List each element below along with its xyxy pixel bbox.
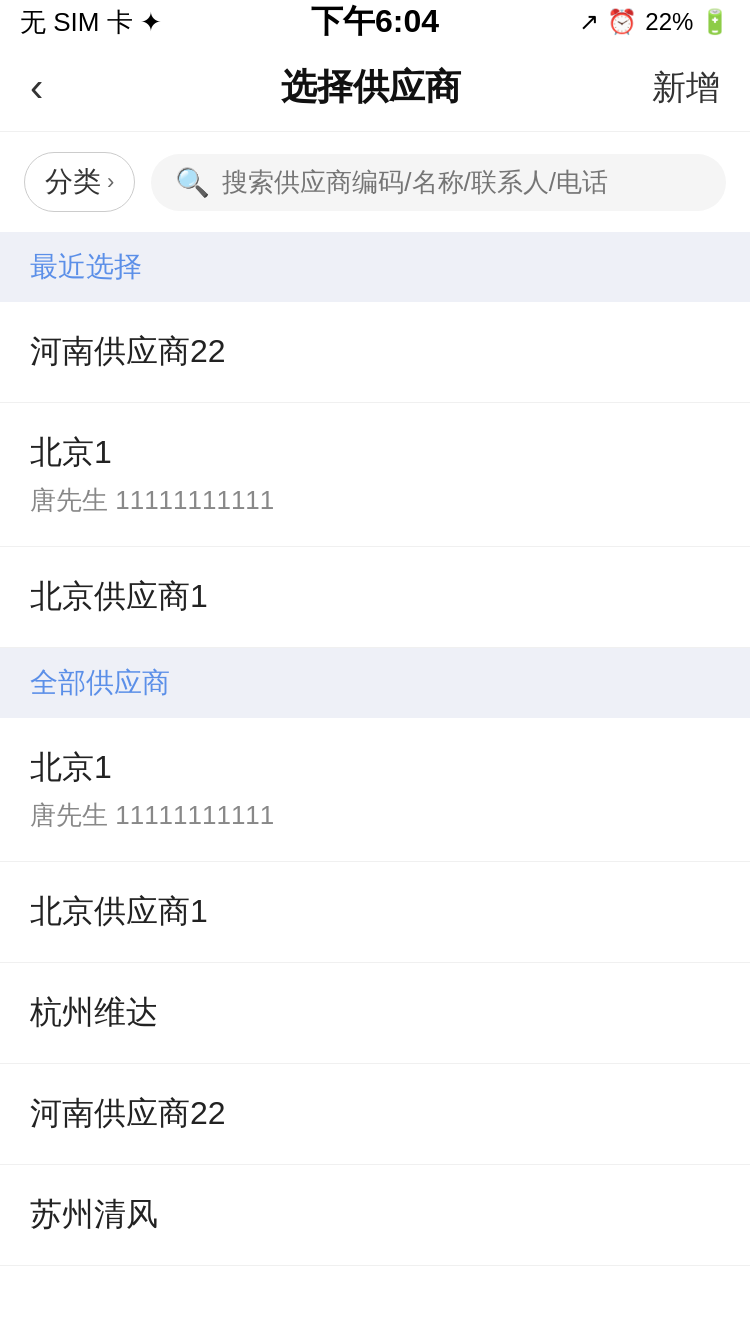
item-name: 北京供应商1 — [30, 890, 720, 934]
list-item[interactable]: 北京1 唐先生 11111111111 — [0, 718, 750, 862]
item-name: 杭州维达 — [30, 991, 720, 1035]
nav-bar: ‹ 选择供应商 新增 — [0, 44, 750, 132]
list-item[interactable]: 河南供应商22 — [0, 302, 750, 403]
category-label: 分类 — [45, 163, 101, 201]
recent-items-list: 河南供应商22 北京1 唐先生 11111111111 北京供应商1 — [0, 302, 750, 648]
item-name: 苏州清风 — [30, 1193, 720, 1237]
all-section-header: 全部供应商 — [0, 648, 750, 718]
item-name: 北京1 — [30, 746, 720, 790]
add-button[interactable]: 新增 — [652, 65, 720, 111]
status-bar: 无 SIM 卡 ✦ 下午6:04 ↗ ⏰ 22% 🔋 — [0, 0, 750, 44]
search-box[interactable]: 🔍 — [151, 154, 726, 211]
status-carrier: 无 SIM 卡 ✦ — [20, 5, 162, 40]
item-sub: 唐先生 11111111111 — [30, 798, 720, 833]
search-input[interactable] — [222, 167, 702, 198]
page-title: 选择供应商 — [281, 63, 461, 112]
item-name: 北京供应商1 — [30, 575, 720, 619]
list-item[interactable]: 杭州维达 — [0, 963, 750, 1064]
list-item[interactable]: 河南供应商22 — [0, 1064, 750, 1165]
list-item[interactable]: 北京供应商1 — [0, 862, 750, 963]
item-name: 河南供应商22 — [30, 1092, 720, 1136]
item-name: 河南供应商22 — [30, 330, 720, 374]
recent-section-label: 最近选择 — [30, 251, 142, 282]
item-name: 北京1 — [30, 431, 720, 475]
category-filter-button[interactable]: 分类 › — [24, 152, 135, 212]
all-section-label: 全部供应商 — [30, 667, 170, 698]
list-item[interactable]: 北京1 唐先生 11111111111 — [0, 403, 750, 547]
alarm-icon: ⏰ — [607, 8, 637, 36]
location-icon: ↗ — [579, 8, 599, 36]
chevron-right-icon: › — [107, 169, 114, 195]
back-button[interactable]: ‹ — [30, 65, 90, 110]
all-items-list: 北京1 唐先生 11111111111 北京供应商1 杭州维达河南供应商22 苏州清风 — [0, 718, 750, 1266]
status-time: 下午6:04 — [311, 0, 439, 44]
battery-indicator: 22% 🔋 — [645, 8, 730, 36]
status-icons: ↗ ⏰ 22% 🔋 — [579, 8, 730, 36]
recent-section-header: 最近选择 — [0, 232, 750, 302]
search-icon: 🔍 — [175, 166, 210, 199]
list-item[interactable]: 苏州清风 — [0, 1165, 750, 1266]
list-item[interactable]: 北京供应商1 — [0, 547, 750, 648]
filter-bar: 分类 › 🔍 — [0, 132, 750, 232]
item-sub: 唐先生 11111111111 — [30, 483, 720, 518]
